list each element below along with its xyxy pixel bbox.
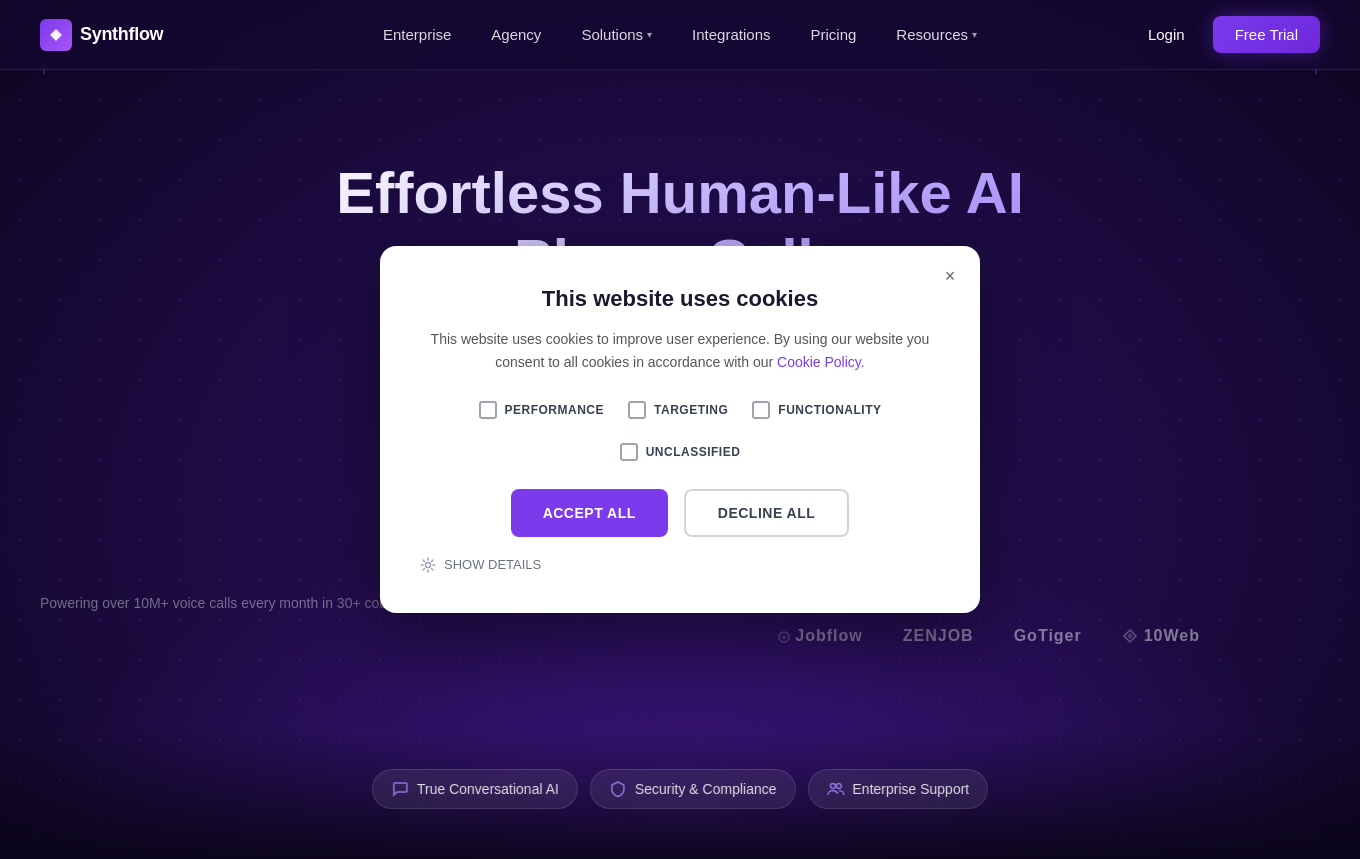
gear-icon [420, 557, 436, 573]
modal-close-button[interactable]: × [936, 262, 964, 290]
decline-all-button[interactable]: DECLINE ALL [684, 489, 850, 537]
cookie-modal-overlay: × This website uses cookies This website… [0, 0, 1360, 859]
cookie-policy-link[interactable]: Cookie Policy. [777, 354, 865, 370]
cookie-modal: × This website uses cookies This website… [380, 246, 980, 613]
unclassified-checkbox[interactable] [620, 443, 638, 461]
cookie-option-unclassified[interactable]: UNCLASSIFIED [620, 443, 741, 461]
modal-buttons: ACCEPT ALL DECLINE ALL [420, 489, 940, 537]
modal-title: This website uses cookies [420, 286, 940, 312]
cookie-option-functionality[interactable]: FUNCTIONALITY [752, 401, 881, 419]
show-details-button[interactable]: SHOW DETAILS [420, 557, 541, 573]
cookie-option-targeting[interactable]: TARGETING [628, 401, 728, 419]
accept-all-button[interactable]: ACCEPT ALL [511, 489, 668, 537]
performance-checkbox[interactable] [479, 401, 497, 419]
functionality-checkbox[interactable] [752, 401, 770, 419]
targeting-checkbox[interactable] [628, 401, 646, 419]
cookie-option-performance[interactable]: PERFORMANCE [479, 401, 605, 419]
modal-description: This website uses cookies to improve use… [420, 328, 940, 373]
svg-point-3 [426, 562, 431, 567]
cookie-options-group: PERFORMANCE TARGETING FUNCTIONALITY UNCL… [420, 401, 940, 461]
